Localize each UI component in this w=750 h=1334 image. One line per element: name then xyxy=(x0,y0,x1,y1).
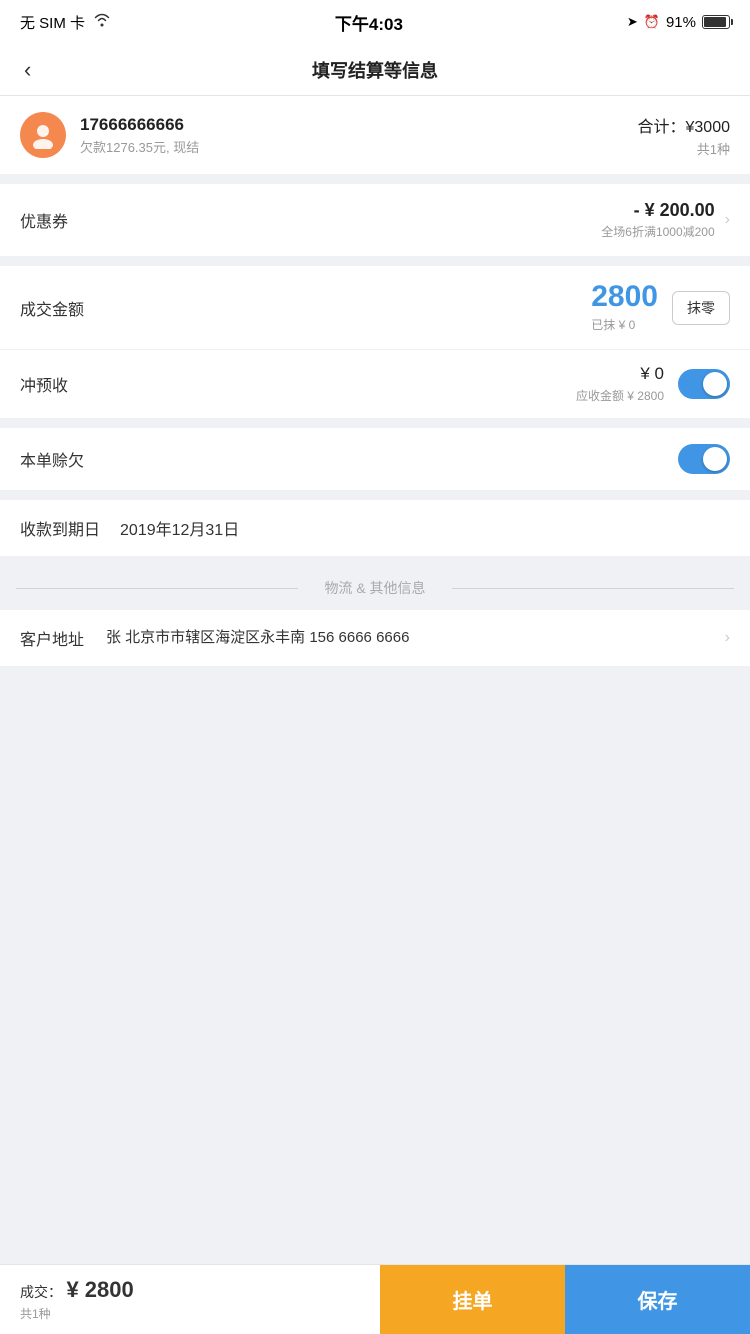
debit-section: 本单赊欠 xyxy=(0,428,750,490)
back-button[interactable]: ‹ xyxy=(16,49,39,91)
user-info: 17666666666 欠款1276.35元, 现结 xyxy=(80,115,199,156)
battery-icon xyxy=(702,15,730,29)
bottom-bar: 成交： ¥ 2800 共1种 挂单 保存 xyxy=(0,1264,750,1334)
deal-section: 成交金额 2800 已抹 ¥ 0 抹零 冲预收 ¥ 0 应收金额 ¥ 2800 xyxy=(0,266,750,418)
address-label: 客户地址 xyxy=(20,626,90,650)
deal-sub: 已抹 ¥ 0 xyxy=(591,316,658,333)
logistics-line-left xyxy=(16,588,298,589)
location-icon: ➤ xyxy=(627,14,638,30)
alarm-icon: ⏰ xyxy=(644,14,660,30)
due-row: 收款到期日 2019年12月31日 xyxy=(0,500,750,556)
divider-1 xyxy=(0,174,750,184)
address-chevron-icon: › xyxy=(725,629,730,647)
page-title: 填写结算等信息 xyxy=(312,57,438,83)
save-button[interactable]: 保存 xyxy=(565,1265,750,1334)
status-left: 无 SIM 卡 xyxy=(20,12,111,33)
logistics-divider: 物流 & 其他信息 xyxy=(0,566,750,610)
carrier-label: 无 SIM 卡 xyxy=(20,12,85,33)
prepay-amount-col: ¥ 0 应收金额 ¥ 2800 xyxy=(576,364,664,404)
user-total: 合计：¥3000 xyxy=(638,113,731,137)
logistics-line-right xyxy=(452,588,734,589)
due-section: 收款到期日 2019年12月31日 xyxy=(0,500,750,556)
prepay-label: 冲预收 xyxy=(20,372,68,396)
prepay-right: ¥ 0 应收金额 ¥ 2800 xyxy=(576,364,730,404)
bottom-info: 成交： ¥ 2800 共1种 xyxy=(0,1277,380,1322)
prepay-value: ¥ 0 xyxy=(576,364,664,384)
user-sub: 欠款1276.35元, 现结 xyxy=(80,137,199,156)
status-bar: 无 SIM 卡 下午4:03 ➤ ⏰ 91% xyxy=(0,0,750,44)
wifi-icon xyxy=(93,13,111,31)
deal-right: 2800 已抹 ¥ 0 抹零 xyxy=(591,282,730,333)
bottom-amount: ¥ 2800 xyxy=(66,1277,133,1302)
prepay-toggle[interactable] xyxy=(678,369,730,399)
deal-amount-value: 2800 xyxy=(591,282,658,312)
battery-percent: 91% xyxy=(666,14,696,31)
user-phone: 17666666666 xyxy=(80,115,199,135)
divider-4 xyxy=(0,490,750,500)
round-button[interactable]: 抹零 xyxy=(672,291,730,325)
bottom-deal-label: 成交： xyxy=(20,1284,62,1300)
deal-label: 成交金额 xyxy=(20,296,84,320)
divider-2 xyxy=(0,256,750,266)
debit-row: 本单赊欠 xyxy=(0,428,750,490)
divider-3 xyxy=(0,418,750,428)
debit-label: 本单赊欠 xyxy=(20,447,84,471)
address-value: 张 北京市市辖区海淀区永丰南 156 6666 6666 xyxy=(106,627,725,650)
deal-row: 成交金额 2800 已抹 ¥ 0 抹零 xyxy=(0,266,750,350)
bottom-deal-row: 成交： ¥ 2800 xyxy=(20,1277,360,1303)
coupon-amount: - ¥ 200.00 xyxy=(601,200,714,221)
nav-bar: ‹ 填写结算等信息 xyxy=(0,44,750,96)
due-label: 收款到期日 xyxy=(20,516,100,540)
coupon-right: - ¥ 200.00 全场6折满1000减200 › xyxy=(601,200,730,240)
debit-toggle[interactable] xyxy=(678,444,730,474)
coupon-row[interactable]: 优惠券 - ¥ 200.00 全场6折满1000减200 › xyxy=(0,184,750,256)
user-card: 17666666666 欠款1276.35元, 现结 合计：¥3000 共1种 xyxy=(0,96,750,174)
hang-button[interactable]: 挂单 xyxy=(380,1265,565,1334)
address-row[interactable]: 客户地址 张 北京市市辖区海淀区永丰南 156 6666 6666 › xyxy=(0,610,750,666)
due-date-value: 2019年12月31日 xyxy=(120,516,239,540)
status-time: 下午4:03 xyxy=(335,10,403,35)
user-count: 共1种 xyxy=(638,139,731,158)
coupon-desc: 全场6折满1000减200 xyxy=(601,223,714,240)
user-left: 17666666666 欠款1276.35元, 现结 xyxy=(20,112,199,158)
user-right: 合计：¥3000 共1种 xyxy=(638,113,731,158)
avatar xyxy=(20,112,66,158)
coupon-section: 优惠券 - ¥ 200.00 全场6折满1000减200 › xyxy=(0,184,750,256)
status-right: ➤ ⏰ 91% xyxy=(627,14,730,31)
divider-5 xyxy=(0,556,750,566)
prepay-row: 冲预收 ¥ 0 应收金额 ¥ 2800 xyxy=(0,350,750,418)
bottom-count: 共1种 xyxy=(20,1305,360,1322)
logistics-label: 物流 & 其他信息 xyxy=(314,578,435,598)
bottom-spacer xyxy=(0,666,750,826)
coupon-label: 优惠券 xyxy=(20,208,68,232)
prepay-sub: 应收金额 ¥ 2800 xyxy=(576,387,664,404)
coupon-chevron-icon: › xyxy=(725,211,730,229)
